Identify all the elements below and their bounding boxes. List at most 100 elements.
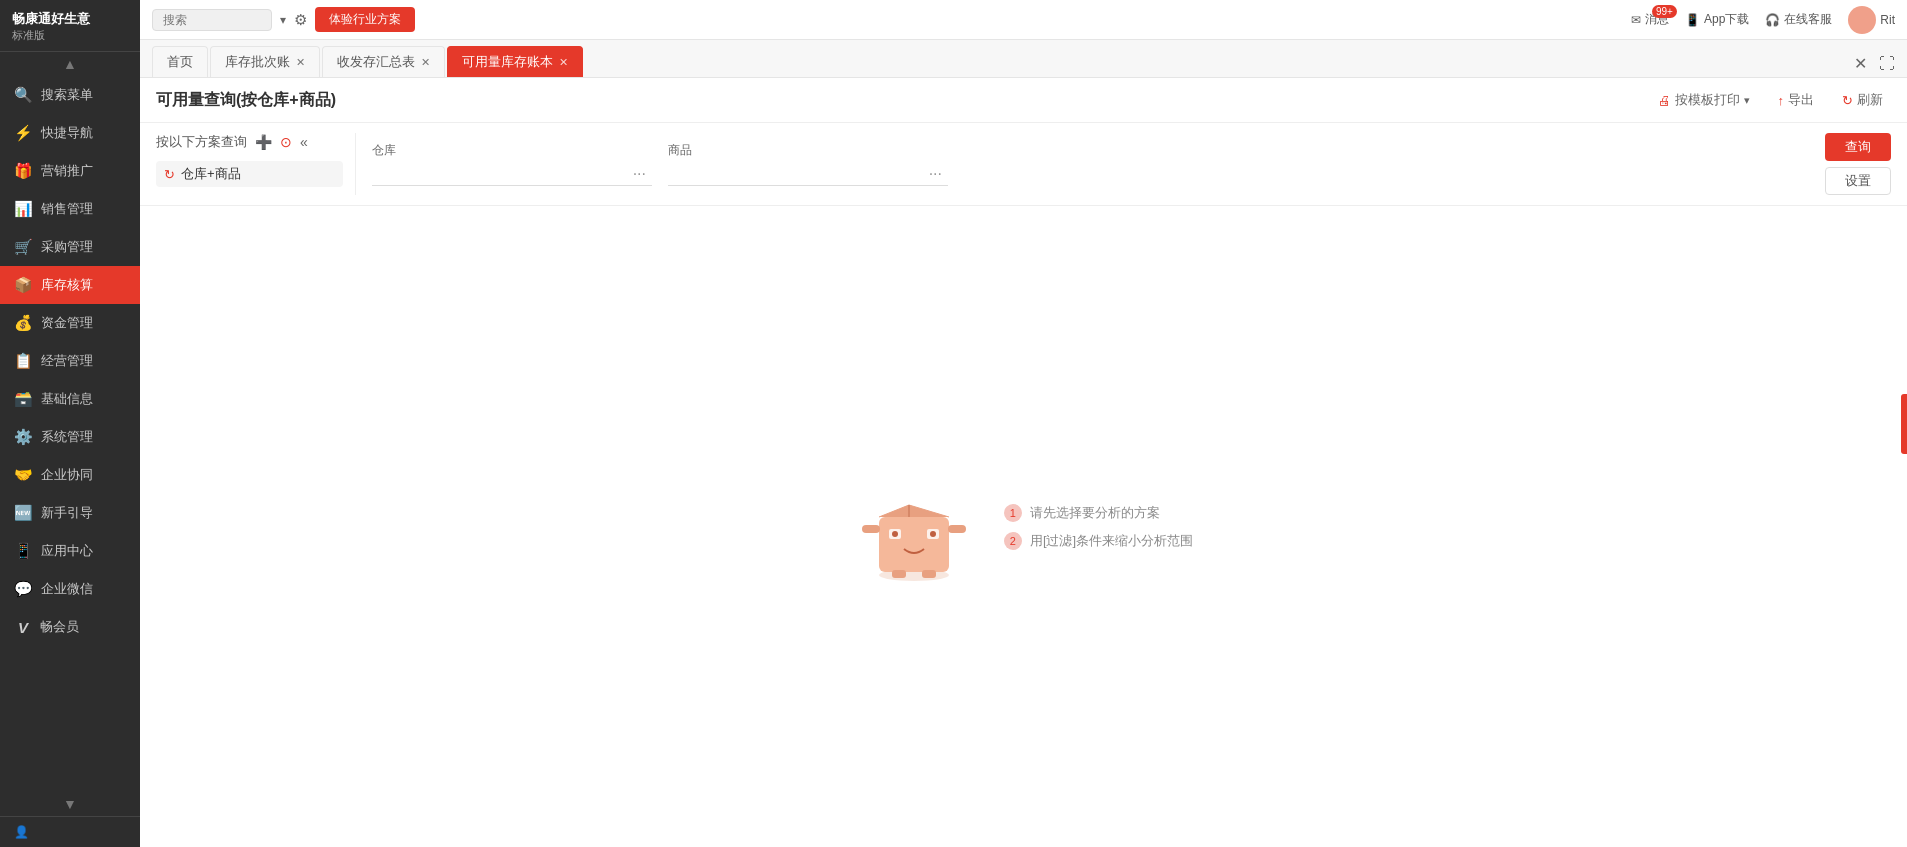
tab-receipt-summary-close[interactable]: ✕ <box>421 56 430 69</box>
empty-hint-2: 2 用[过滤]条件来缩小分析范围 <box>1004 532 1193 550</box>
message-icon: ✉ <box>1631 13 1641 27</box>
content-area: 可用量查询(按仓库+商品) 🖨 按模板打印 ▾ ↑ 导出 ↻ 刷新 <box>140 78 1907 847</box>
sidebar-item-corpwechat[interactable]: 💬 企业微信 <box>0 570 140 608</box>
tab-batch-account-label: 库存批次账 <box>225 53 290 71</box>
settings-scheme-icon[interactable]: ⊙ <box>280 134 292 150</box>
dropdown-icon[interactable]: ▾ <box>280 13 286 27</box>
industry-solution-button[interactable]: 体验行业方案 <box>315 7 415 32</box>
maximize-tab-button[interactable]: ⛶ <box>1875 51 1899 77</box>
tab-available-ledger-label: 可用量库存账本 <box>462 53 553 71</box>
app-download-label: App下载 <box>1704 11 1749 28</box>
message-button[interactable]: ✉ 消息 99+ <box>1631 11 1669 28</box>
online-service-button[interactable]: 🎧 在线客服 <box>1765 11 1832 28</box>
gear-icon[interactable]: ⚙ <box>294 11 307 29</box>
sidebar-item-label: 企业协同 <box>41 466 93 484</box>
refresh-button[interactable]: ↻ 刷新 <box>1834 88 1891 112</box>
sidebar-logo: 畅康通好生意 标准版 <box>0 0 140 52</box>
tab-home-label: 首页 <box>167 53 193 71</box>
sidebar-item-label: 资金管理 <box>41 314 93 332</box>
sidebar-scroll-up[interactable]: ▲ <box>0 52 140 76</box>
warehouse-label: 仓库 <box>372 142 652 159</box>
print-dropdown-icon[interactable]: ▾ <box>1744 94 1750 107</box>
sidebar-item-label: 畅会员 <box>40 618 79 636</box>
sidebar-item-inventory[interactable]: 📦 库存核算 <box>0 266 140 304</box>
sidebar-item-label: 企业微信 <box>41 580 93 598</box>
sidebar-scroll-down[interactable]: ▼ <box>0 792 140 816</box>
svg-rect-6 <box>862 525 880 533</box>
topbar: ▾ ⚙ 体验行业方案 ✉ 消息 99+ 📱 App下载 🎧 在线客服 Rit <box>140 0 1907 40</box>
print-icon: 🖨 <box>1658 93 1671 108</box>
headset-icon: 🎧 <box>1765 13 1780 27</box>
tab-batch-account-close[interactable]: ✕ <box>296 56 305 69</box>
svg-point-4 <box>892 531 898 537</box>
filter-conditions: 仓库 ··· 商品 ··· 查询 设置 <box>356 133 1891 195</box>
svg-rect-8 <box>892 570 906 578</box>
export-icon: ↑ <box>1778 93 1785 108</box>
refresh-icon: ↻ <box>1842 93 1853 108</box>
settings-button[interactable]: 设置 <box>1825 167 1891 195</box>
topbar-right: ✉ 消息 99+ 📱 App下载 🎧 在线客服 Rit <box>1631 6 1895 34</box>
add-scheme-icon[interactable]: ➕ <box>255 134 272 150</box>
sidebar-item-system[interactable]: ⚙️ 系统管理 <box>0 418 140 456</box>
empty-illustration <box>854 467 974 587</box>
app-download-button[interactable]: 📱 App下载 <box>1685 11 1749 28</box>
print-label: 按模板打印 <box>1675 91 1740 109</box>
tab-available-ledger[interactable]: 可用量库存账本 ✕ <box>447 46 583 77</box>
sidebar-item-finance[interactable]: 💰 资金管理 <box>0 304 140 342</box>
sidebar-item-label: 快捷导航 <box>41 124 93 142</box>
warehouse-filter-field: 仓库 ··· <box>372 142 652 186</box>
query-button[interactable]: 查询 <box>1825 133 1891 161</box>
page-header-actions: 🖨 按模板打印 ▾ ↑ 导出 ↻ 刷新 <box>1650 88 1892 112</box>
sidebar-item-enterprise[interactable]: 🤝 企业协同 <box>0 456 140 494</box>
page-title: 可用量查询(按仓库+商品) <box>156 90 336 111</box>
close-tab-button[interactable]: ✕ <box>1850 50 1871 77</box>
empty-hints: 1 请先选择要分析的方案 2 用[过滤]条件来缩小分析范围 <box>1004 504 1193 550</box>
svg-rect-7 <box>948 525 966 533</box>
sidebar-item-label: 新手引导 <box>41 504 93 522</box>
sidebar-item-search[interactable]: 🔍 搜索菜单 <box>0 76 140 114</box>
goods-input[interactable] <box>674 167 925 182</box>
tab-receipt-summary[interactable]: 收发存汇总表 ✕ <box>322 46 445 77</box>
scheme-item-label: 仓库+商品 <box>181 165 241 183</box>
tabbar: 首页 库存批次账 ✕ 收发存汇总表 ✕ 可用量库存账本 ✕ ✕ ⛶ <box>140 40 1907 78</box>
right-edge-indicator <box>1901 394 1907 454</box>
empty-state: 1 请先选择要分析的方案 2 用[过滤]条件来缩小分析范围 <box>140 206 1907 847</box>
main-area: ▾ ⚙ 体验行业方案 ✉ 消息 99+ 📱 App下载 🎧 在线客服 Rit <box>140 0 1907 847</box>
sidebar-item-label: 系统管理 <box>41 428 93 446</box>
system-icon: ⚙️ <box>14 428 33 446</box>
purchase-icon: 🛒 <box>14 238 33 256</box>
page-header: 可用量查询(按仓库+商品) 🖨 按模板打印 ▾ ↑ 导出 ↻ 刷新 <box>140 78 1907 123</box>
message-badge: 99+ <box>1652 5 1677 18</box>
sidebar-item-label: 应用中心 <box>41 542 93 560</box>
search-input[interactable] <box>152 9 272 31</box>
hint-number-2: 2 <box>1004 532 1022 550</box>
scheme-item[interactable]: ↻ 仓库+商品 <box>156 161 343 187</box>
sidebar-user[interactable]: 👤 <box>0 816 140 847</box>
tab-available-ledger-close[interactable]: ✕ <box>559 56 568 69</box>
collapse-icon[interactable]: « <box>300 134 308 150</box>
warehouse-more-icon[interactable]: ··· <box>633 165 646 183</box>
export-button[interactable]: ↑ 导出 <box>1770 88 1823 112</box>
tab-home[interactable]: 首页 <box>152 46 208 77</box>
search-icon: 🔍 <box>14 86 33 104</box>
empty-hint-1: 1 请先选择要分析的方案 <box>1004 504 1193 522</box>
print-button[interactable]: 🖨 按模板打印 ▾ <box>1650 88 1758 112</box>
sidebar-item-purchase[interactable]: 🛒 采购管理 <box>0 228 140 266</box>
sidebar-item-newbie[interactable]: 🆕 新手引导 <box>0 494 140 532</box>
user-avatar[interactable]: Rit <box>1848 6 1895 34</box>
sidebar-item-sales[interactable]: 📊 销售管理 <box>0 190 140 228</box>
sidebar-item-basic[interactable]: 🗃️ 基础信息 <box>0 380 140 418</box>
inventory-icon: 📦 <box>14 276 33 294</box>
warehouse-input[interactable] <box>378 167 629 182</box>
online-service-label: 在线客服 <box>1784 11 1832 28</box>
sidebar-item-appcenter[interactable]: 📱 应用中心 <box>0 532 140 570</box>
sidebar-item-quicknav[interactable]: ⚡ 快捷导航 <box>0 114 140 152</box>
sidebar-item-operation[interactable]: 📋 经营管理 <box>0 342 140 380</box>
scheme-refresh-icon: ↻ <box>164 167 175 182</box>
goods-filter-field: 商品 ··· <box>668 142 948 186</box>
sidebar-item-member[interactable]: V 畅会员 <box>0 608 140 646</box>
sidebar-item-marketing[interactable]: 🎁 营销推广 <box>0 152 140 190</box>
filter-scheme-panel: 按以下方案查询 ➕ ⊙ « ↻ 仓库+商品 <box>156 133 356 195</box>
tab-batch-account[interactable]: 库存批次账 ✕ <box>210 46 320 77</box>
goods-more-icon[interactable]: ··· <box>929 165 942 183</box>
